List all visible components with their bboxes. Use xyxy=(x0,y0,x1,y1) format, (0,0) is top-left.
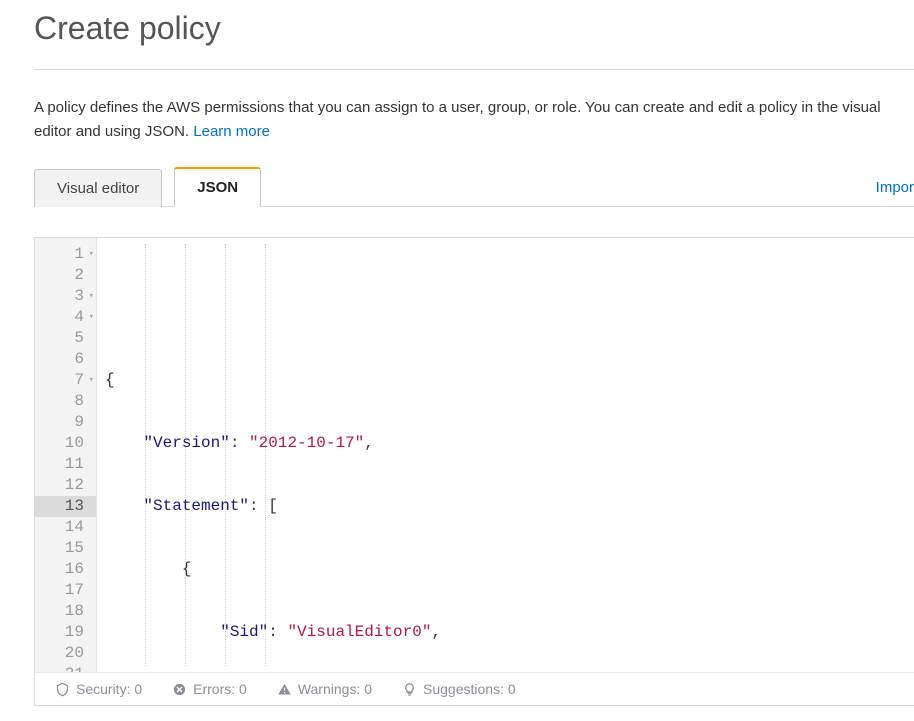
code-line: "Version": "2012-10-17", xyxy=(105,433,914,454)
status-label: Suggestions: 0 xyxy=(423,681,516,697)
line-number: 7 xyxy=(35,370,96,391)
status-errors[interactable]: Errors: 0 xyxy=(172,681,247,697)
status-label: Security: 0 xyxy=(76,681,142,697)
code-line: "Sid": "VisualEditor0", xyxy=(105,622,914,643)
line-number: 11 xyxy=(35,454,96,475)
status-security[interactable]: Security: 0 xyxy=(55,681,142,697)
line-number: 12 xyxy=(35,475,96,496)
code-editor[interactable]: 1 2 3 4 5 6 7 8 9 10 11 12 13 14 15 16 1… xyxy=(35,238,914,672)
line-number: 21 xyxy=(35,664,96,672)
tab-json[interactable]: JSON xyxy=(174,167,261,207)
line-number: 3 xyxy=(35,286,96,307)
status-label: Errors: 0 xyxy=(193,681,247,697)
shield-icon xyxy=(55,682,70,697)
warning-icon xyxy=(277,682,292,697)
tab-visual-editor[interactable]: Visual editor xyxy=(34,169,162,207)
line-number: 19 xyxy=(35,622,96,643)
line-number: 8 xyxy=(35,391,96,412)
line-number: 6 xyxy=(35,349,96,370)
editor-gutter: 1 2 3 4 5 6 7 8 9 10 11 12 13 14 15 16 1… xyxy=(35,238,97,672)
line-number: 16 xyxy=(35,559,96,580)
status-label: Warnings: 0 xyxy=(298,681,372,697)
policy-editor: 1 2 3 4 5 6 7 8 9 10 11 12 13 14 15 16 1… xyxy=(34,237,914,706)
error-icon xyxy=(172,682,187,697)
code-line: { xyxy=(105,370,914,391)
line-number: 13 xyxy=(35,496,96,517)
line-number: 18 xyxy=(35,601,96,622)
line-number: 15 xyxy=(35,538,96,559)
divider xyxy=(34,69,914,70)
tabs-row: Visual editor JSON Impor xyxy=(34,166,914,207)
page-title: Create policy xyxy=(34,0,914,69)
policy-description: A policy defines the AWS permissions tha… xyxy=(34,96,914,144)
status-warnings[interactable]: Warnings: 0 xyxy=(277,681,372,697)
line-number: 5 xyxy=(35,328,96,349)
line-number: 1 xyxy=(35,244,96,265)
code-area[interactable]: { "Version": "2012-10-17", "Statement": … xyxy=(97,238,914,672)
line-number: 4 xyxy=(35,307,96,328)
learn-more-link[interactable]: Learn more xyxy=(193,123,270,140)
code-line: { xyxy=(105,559,914,580)
description-text: A policy defines the AWS permissions tha… xyxy=(34,99,881,140)
lightbulb-icon xyxy=(402,682,417,697)
code-line: "Statement": [ xyxy=(105,496,914,517)
line-number: 2 xyxy=(35,265,96,286)
editor-status-bar: Security: 0 Errors: 0 Warnings: 0 Sugges… xyxy=(35,672,914,705)
status-suggestions[interactable]: Suggestions: 0 xyxy=(402,681,516,697)
line-number: 10 xyxy=(35,433,96,454)
line-number: 17 xyxy=(35,580,96,601)
line-number: 14 xyxy=(35,517,96,538)
line-number: 9 xyxy=(35,412,96,433)
import-managed-policy-link[interactable]: Impor xyxy=(876,179,914,206)
line-number: 20 xyxy=(35,643,96,664)
